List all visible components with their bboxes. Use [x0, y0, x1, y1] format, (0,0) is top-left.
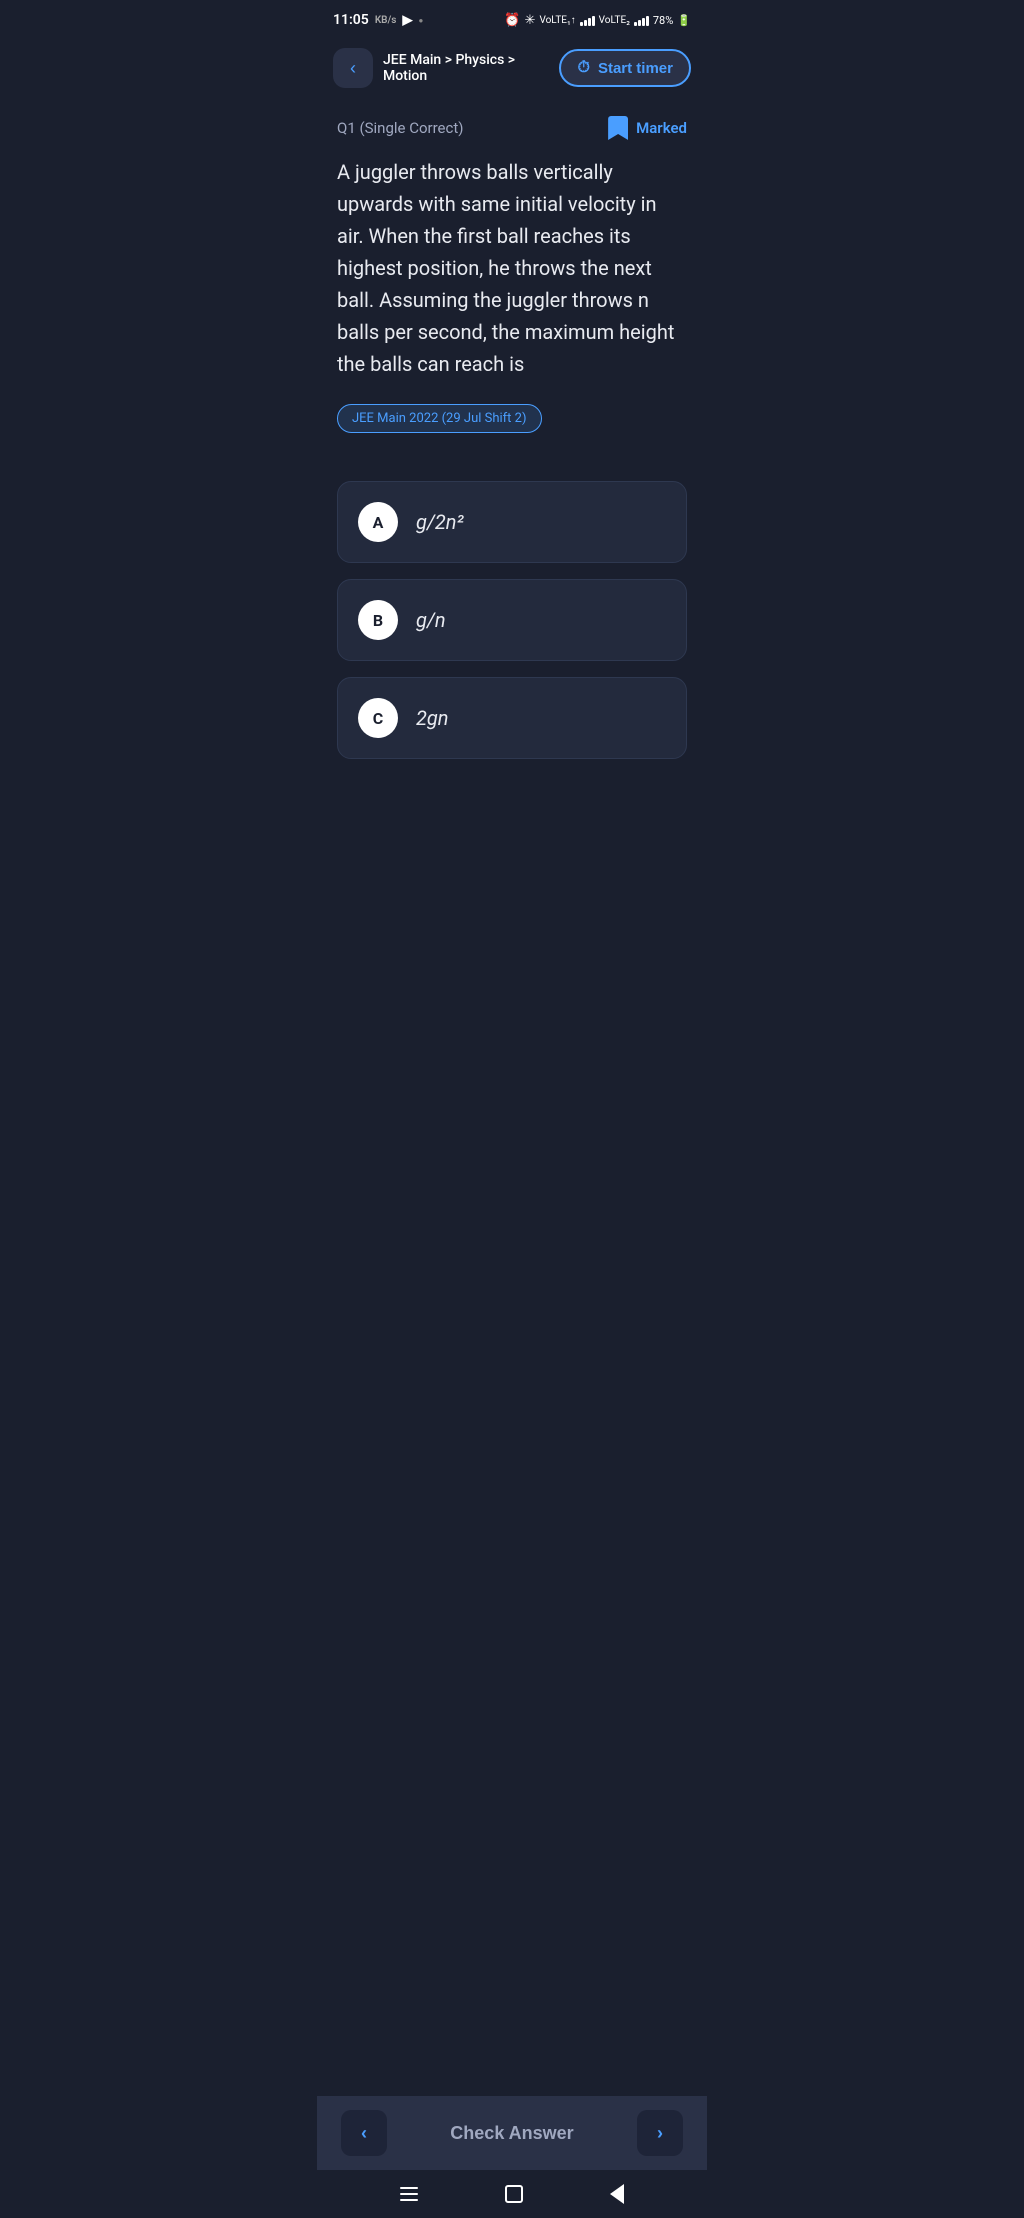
battery-icon: 🔋 [677, 14, 691, 27]
back-icon [610, 2184, 624, 2204]
check-answer-button[interactable]: Check Answer [450, 2123, 573, 2144]
lte1-label: VoLTE₁↑ [539, 15, 575, 26]
source-tag: JEE Main 2022 (29 Jul Shift 2) [337, 404, 542, 433]
alarm-icon: ⏰ [504, 13, 520, 28]
status-time: 11:05 KB/s ▶ ● [333, 12, 423, 28]
options-container: A g/2n² B g/n C 2gn [317, 481, 707, 759]
question-container: Q1 (Single Correct) Marked A juggler thr… [317, 100, 707, 481]
bookmark-icon [608, 116, 628, 140]
option-a-label: A [358, 502, 398, 542]
dot-indicator: ● [418, 16, 423, 25]
android-home-button[interactable] [505, 2185, 523, 2203]
next-button[interactable]: › [637, 2110, 683, 2156]
option-c[interactable]: C 2gn [337, 677, 687, 759]
time-display: 11:05 [333, 12, 369, 28]
nav-header: ‹ JEE Main > Physics > Motion ⏱ Start ti… [317, 36, 707, 100]
marked-label: Marked [636, 119, 687, 137]
status-bar: 11:05 KB/s ▶ ● ⏰ ✳ VoLTE₁↑ VoLTE₂ 78% 🔋 [317, 0, 707, 36]
question-text: A juggler throws balls vertically upward… [337, 156, 687, 380]
bottom-nav: ‹ Check Answer › [317, 2096, 707, 2170]
android-nav-bar [317, 2170, 707, 2218]
start-timer-button[interactable]: ⏱ Start timer [559, 49, 691, 87]
back-button[interactable]: ‹ [333, 48, 373, 88]
android-menu-button[interactable] [400, 2187, 418, 2201]
kb-indicator: KB/s [375, 15, 397, 26]
question-meta: Q1 (Single Correct) Marked [337, 116, 687, 140]
next-icon: › [657, 2123, 663, 2144]
bluetooth-icon: ✳ [525, 13, 536, 28]
option-c-label: C [358, 698, 398, 738]
signal2-bars [634, 14, 649, 26]
option-b-label: B [358, 600, 398, 640]
marked-badge[interactable]: Marked [608, 116, 687, 140]
lte2-label: VoLTE₂ [599, 15, 630, 26]
timer-label: Start timer [598, 60, 673, 77]
option-a[interactable]: A g/2n² [337, 481, 687, 563]
home-icon [505, 2185, 523, 2203]
breadcrumb: JEE Main > Physics > Motion [383, 52, 549, 84]
prev-icon: ‹ [361, 2123, 367, 2144]
menu-icon [400, 2187, 418, 2201]
option-c-text: 2gn [416, 706, 449, 730]
prev-button[interactable]: ‹ [341, 2110, 387, 2156]
timer-icon: ⏱ [577, 59, 589, 77]
nav-left: ‹ JEE Main > Physics > Motion [333, 48, 549, 88]
option-b-text: g/n [416, 608, 446, 632]
main-content: Q1 (Single Correct) Marked A juggler thr… [317, 100, 707, 879]
signal1-bars [580, 14, 595, 26]
question-label: Q1 (Single Correct) [337, 119, 463, 137]
android-back-button[interactable] [610, 2184, 624, 2204]
battery-percent: 78% [653, 14, 673, 27]
back-icon: ‹ [350, 58, 356, 79]
record-icon: ▶ [402, 13, 412, 28]
status-right: ⏰ ✳ VoLTE₁↑ VoLTE₂ 78% 🔋 [504, 13, 691, 28]
option-a-text: g/2n² [416, 510, 464, 534]
option-b[interactable]: B g/n [337, 579, 687, 661]
